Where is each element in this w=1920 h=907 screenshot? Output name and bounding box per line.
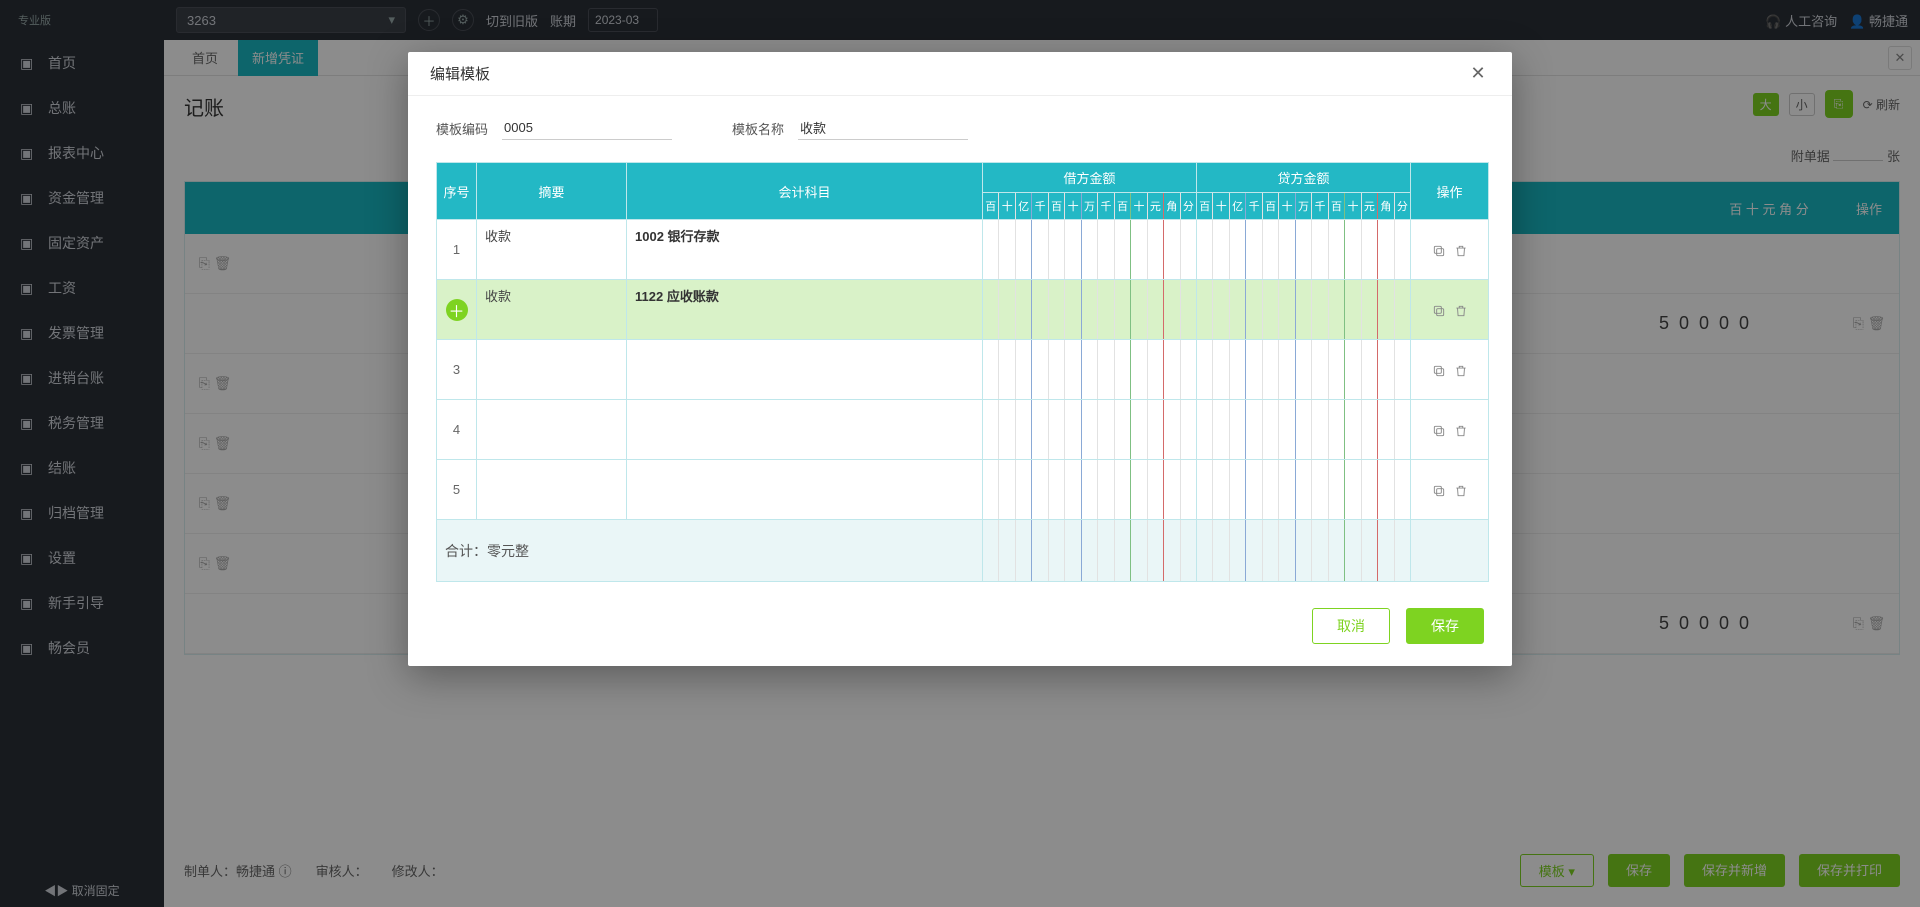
edit-template-modal: 编辑模板 ✕ 模板编码 模板名称 bbox=[408, 52, 1512, 666]
row-summary[interactable] bbox=[477, 460, 627, 520]
template-code-input[interactable] bbox=[502, 116, 672, 140]
table-row: 5 bbox=[437, 460, 1489, 520]
row-account[interactable] bbox=[627, 400, 983, 460]
digit-label: 百 bbox=[1049, 193, 1065, 219]
copy-icon[interactable] bbox=[1432, 302, 1446, 316]
digit-label: 万 bbox=[1296, 193, 1312, 219]
total-label: 合计：零元整 bbox=[437, 520, 983, 582]
digit-label: 元 bbox=[1362, 193, 1378, 219]
th-summary: 摘要 bbox=[477, 163, 627, 220]
th-ops: 操作 bbox=[1411, 163, 1489, 220]
row-index: ＋ bbox=[437, 280, 477, 340]
row-account[interactable] bbox=[627, 340, 983, 400]
add-row-button[interactable]: ＋ bbox=[446, 299, 468, 321]
row-account[interactable]: 1122 应收账款 bbox=[627, 280, 983, 340]
amount-cell[interactable] bbox=[1197, 460, 1411, 520]
copy-icon[interactable] bbox=[1432, 422, 1446, 436]
digit-label: 十 bbox=[1279, 193, 1295, 219]
table-row: 3 bbox=[437, 340, 1489, 400]
copy-icon[interactable] bbox=[1432, 242, 1446, 256]
amount-cell[interactable] bbox=[983, 220, 1197, 280]
digit-label: 千 bbox=[1032, 193, 1048, 219]
row-ops bbox=[1411, 220, 1489, 280]
amount-cell[interactable] bbox=[983, 400, 1197, 460]
amount-cell[interactable] bbox=[1197, 220, 1411, 280]
digit-label: 十 bbox=[999, 193, 1015, 219]
digit-label: 分 bbox=[1395, 193, 1410, 219]
amount-cell[interactable] bbox=[1197, 520, 1411, 582]
delete-icon[interactable] bbox=[1454, 242, 1468, 256]
amount-cell[interactable] bbox=[983, 460, 1197, 520]
row-ops bbox=[1411, 340, 1489, 400]
digit-label: 千 bbox=[1098, 193, 1114, 219]
amount-cell[interactable] bbox=[983, 340, 1197, 400]
digit-label: 角 bbox=[1378, 193, 1394, 219]
modal-title: 编辑模板 bbox=[430, 63, 490, 84]
template-name-input[interactable] bbox=[798, 116, 968, 140]
digit-label: 百 bbox=[1197, 193, 1213, 219]
cancel-button[interactable]: 取消 bbox=[1312, 608, 1390, 644]
th-index: 序号 bbox=[437, 163, 477, 220]
digit-label: 亿 bbox=[1016, 193, 1032, 219]
row-summary[interactable] bbox=[477, 400, 627, 460]
row-summary[interactable] bbox=[477, 340, 627, 400]
digit-label: 分 bbox=[1181, 193, 1196, 219]
row-account[interactable] bbox=[627, 460, 983, 520]
digit-label: 十 bbox=[1131, 193, 1147, 219]
delete-icon[interactable] bbox=[1454, 302, 1468, 316]
amount-cell[interactable] bbox=[983, 520, 1197, 582]
amount-cell[interactable] bbox=[1197, 400, 1411, 460]
digit-label: 万 bbox=[1082, 193, 1098, 219]
row-index: 5 bbox=[437, 460, 477, 520]
table-row: ＋ 收款1122 应收账款 bbox=[437, 280, 1489, 340]
delete-icon[interactable] bbox=[1454, 422, 1468, 436]
digit-label: 十 bbox=[1345, 193, 1361, 219]
close-icon[interactable]: ✕ bbox=[1466, 62, 1490, 86]
digit-label: 元 bbox=[1148, 193, 1164, 219]
amount-cell[interactable] bbox=[983, 280, 1197, 340]
digit-label: 千 bbox=[1246, 193, 1262, 219]
digit-label: 十 bbox=[1213, 193, 1229, 219]
row-index: 4 bbox=[437, 400, 477, 460]
amount-cell[interactable] bbox=[1197, 280, 1411, 340]
digit-label: 千 bbox=[1312, 193, 1328, 219]
delete-icon[interactable] bbox=[1454, 482, 1468, 496]
template-name-label: 模板名称 bbox=[732, 119, 784, 138]
template-table: 序号 摘要 会计科目 借方金额 贷方金额 操作 百十亿千百十万千百十元角分 百十… bbox=[436, 162, 1489, 582]
th-credit: 贷方金额 bbox=[1197, 163, 1411, 193]
template-code-label: 模板编码 bbox=[436, 119, 488, 138]
row-summary[interactable]: 收款 bbox=[477, 280, 627, 340]
digit-label: 角 bbox=[1164, 193, 1180, 219]
modal-overlay: 编辑模板 ✕ 模板编码 模板名称 bbox=[0, 0, 1920, 907]
digit-label: 百 bbox=[983, 193, 999, 219]
row-index: 1 bbox=[437, 220, 477, 280]
th-account: 会计科目 bbox=[627, 163, 983, 220]
row-ops bbox=[1411, 460, 1489, 520]
th-debit: 借方金额 bbox=[983, 163, 1197, 193]
table-row: 4 bbox=[437, 400, 1489, 460]
digit-label: 亿 bbox=[1230, 193, 1246, 219]
delete-icon[interactable] bbox=[1454, 362, 1468, 376]
row-ops bbox=[1411, 280, 1489, 340]
digit-label: 百 bbox=[1329, 193, 1345, 219]
total-ops bbox=[1411, 520, 1489, 582]
table-row: 1收款1002 银行存款 bbox=[437, 220, 1489, 280]
amount-cell[interactable] bbox=[1197, 340, 1411, 400]
save-button[interactable]: 保存 bbox=[1406, 608, 1484, 644]
digit-label: 十 bbox=[1065, 193, 1081, 219]
digit-label: 百 bbox=[1115, 193, 1131, 219]
row-ops bbox=[1411, 400, 1489, 460]
copy-icon[interactable] bbox=[1432, 482, 1446, 496]
row-index: 3 bbox=[437, 340, 477, 400]
digit-label: 百 bbox=[1263, 193, 1279, 219]
row-summary[interactable]: 收款 bbox=[477, 220, 627, 280]
row-account[interactable]: 1002 银行存款 bbox=[627, 220, 983, 280]
copy-icon[interactable] bbox=[1432, 362, 1446, 376]
